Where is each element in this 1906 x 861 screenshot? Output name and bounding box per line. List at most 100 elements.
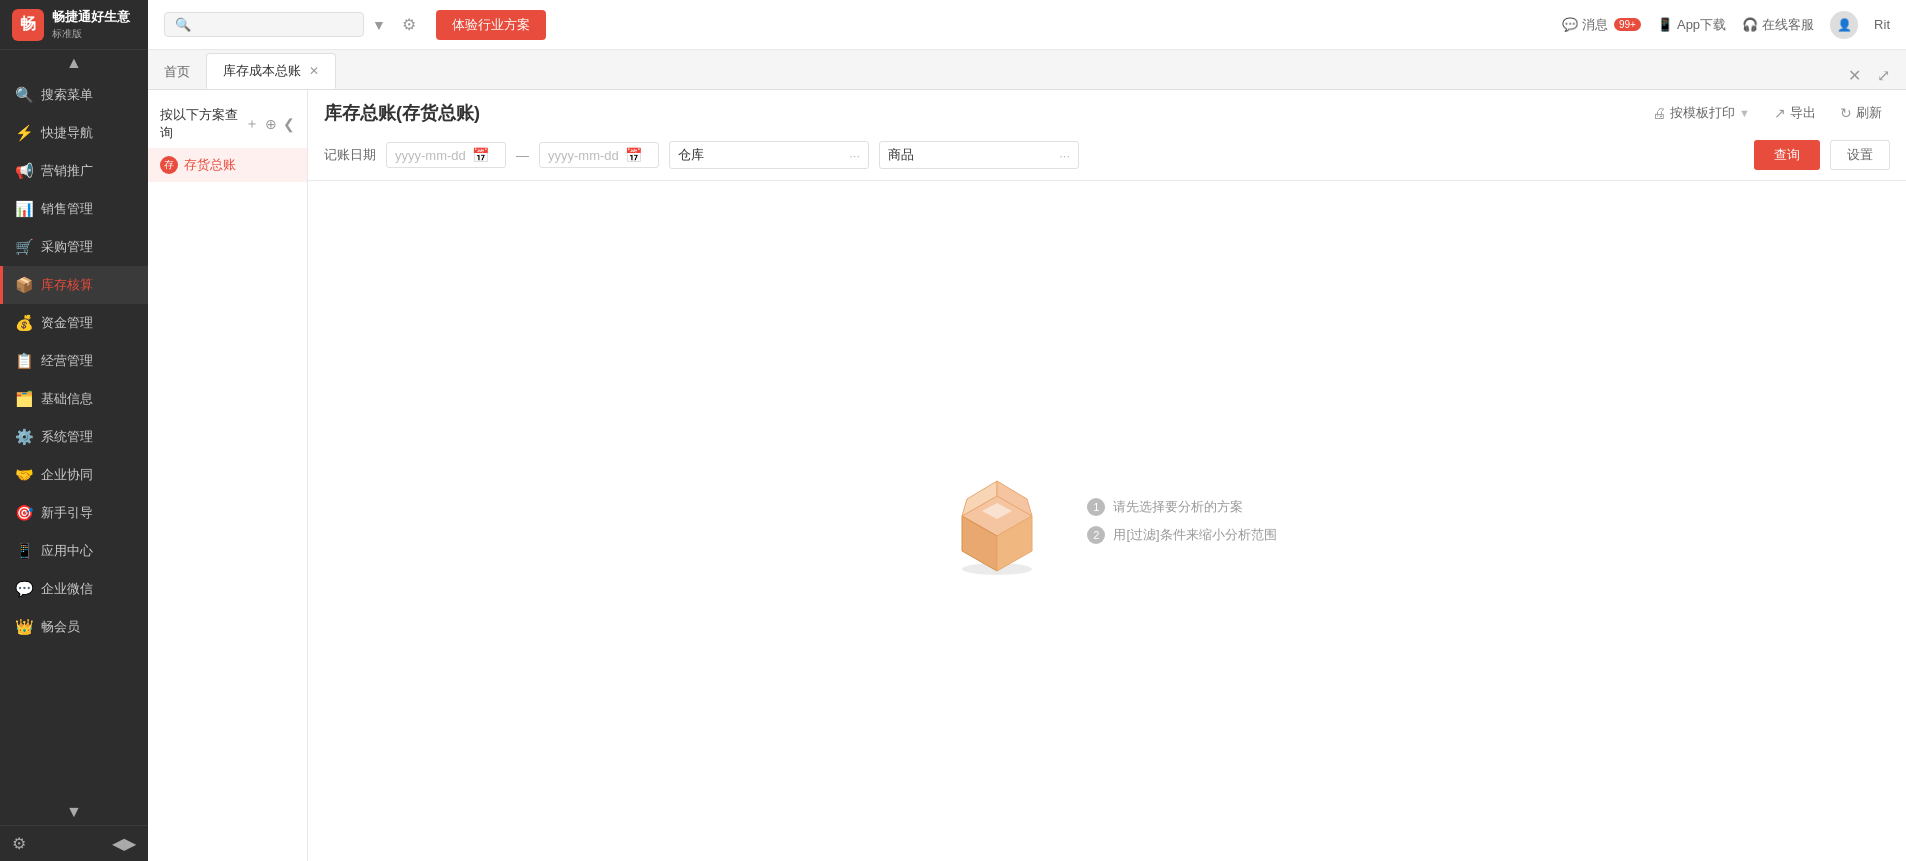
sidebar-item-basic-info[interactable]: 🗂️ 基础信息 (0, 380, 148, 418)
sidebar-item-membership[interactable]: 👑 畅会员 (0, 608, 148, 646)
sidebar-item-label: 搜索菜单 (41, 86, 93, 104)
capital-icon: 💰 (15, 314, 33, 332)
app-name: 畅捷通好生意 (52, 8, 130, 26)
industry-solution-button[interactable]: 体验行业方案 (436, 10, 546, 40)
warehouse-filter[interactable]: 仓库 ··· (669, 141, 869, 169)
print-button[interactable]: 🖨 按模板打印 ▼ (1644, 100, 1758, 126)
app-version: 标准版 (52, 27, 130, 41)
topbar: 🔍 ▼ ⚙ 体验行业方案 💬 消息 99+ 📱 App下载 🎧 在线客服 👤 (148, 0, 1906, 50)
sidebar-item-newcomer[interactable]: 🎯 新手引导 (0, 494, 148, 532)
topbar-dropdown-button[interactable]: ▼ (368, 13, 390, 37)
right-panel: 库存总账(存货总账) 🖨 按模板打印 ▼ ↗ 导出 ↻ 刷新 (308, 90, 1906, 861)
enterprise-icon: 🤝 (15, 466, 33, 484)
print-dropdown-icon[interactable]: ▼ (1739, 107, 1750, 119)
filter-bar: 记账日期 yyyy-mm-dd 📅 — yyyy-mm-dd 📅 仓库 ··· … (308, 130, 1906, 181)
print-icon: 🖨 (1652, 105, 1666, 121)
sidebar-item-sales[interactable]: 📊 销售管理 (0, 190, 148, 228)
export-label: 导出 (1790, 104, 1816, 122)
date-start-placeholder: yyyy-mm-dd (395, 148, 466, 163)
app-center-icon: 📱 (15, 542, 33, 560)
print-label: 按模板打印 (1670, 104, 1735, 122)
topbar-left: 🔍 ▼ ⚙ 体验行业方案 (164, 10, 1562, 40)
product-more-icon[interactable]: ··· (1059, 148, 1070, 163)
empty-illustration (937, 461, 1057, 581)
app-download-action[interactable]: 📱 App下载 (1657, 16, 1726, 34)
empty-tips: 1 请先选择要分析的方案 2 用[过滤]条件来缩小分析范围 (1087, 498, 1276, 544)
avatar-placeholder: 👤 (1837, 18, 1852, 32)
sidebar-item-search-menu[interactable]: 🔍 搜索菜单 (0, 76, 148, 114)
date-filter-label: 记账日期 (324, 146, 376, 164)
tab-close-button[interactable]: ✕ (309, 65, 319, 77)
filter-header-label: 按以下方案查询 (160, 106, 245, 142)
message-label: 消息 (1582, 16, 1608, 34)
system-icon: ⚙️ (15, 428, 33, 446)
calendar-start-icon[interactable]: 📅 (472, 147, 489, 163)
sidebar-item-app-center[interactable]: 📱 应用中心 (0, 532, 148, 570)
refresh-button[interactable]: ↻ 刷新 (1832, 100, 1890, 126)
sidebar-item-wechat[interactable]: 💬 企业微信 (0, 570, 148, 608)
tab-inventory-cost[interactable]: 库存成本总账 ✕ (206, 53, 336, 89)
inventory-icon: 📦 (15, 276, 33, 294)
filter-header: 按以下方案查询 ＋ ⊕ ❮ (148, 100, 307, 148)
content-area: 按以下方案查询 ＋ ⊕ ❮ 存 存货总账 库存总账(存货总账) 🖨 (148, 90, 1906, 861)
collapse-filter-button[interactable]: ❮ (283, 116, 295, 132)
purchase-icon: 🛒 (15, 238, 33, 256)
wechat-icon: 💬 (15, 580, 33, 598)
sidebar-item-quick-nav[interactable]: ⚡ 快捷导航 (0, 114, 148, 152)
sidebar-scroll-up[interactable]: ▲ (0, 50, 148, 76)
sidebar: 畅 畅捷通好生意 标准版 ▲ 🔍 搜索菜单 ⚡ 快捷导航 📢 营销推广 📊 销售… (0, 0, 148, 861)
product-filter[interactable]: 商品 ··· (879, 141, 1079, 169)
message-icon: 💬 (1562, 17, 1578, 32)
sidebar-item-purchase[interactable]: 🛒 采购管理 (0, 228, 148, 266)
sidebar-item-marketing[interactable]: 📢 营销推广 (0, 152, 148, 190)
date-start-input[interactable]: yyyy-mm-dd 📅 (386, 142, 506, 168)
main-area: 🔍 ▼ ⚙ 体验行业方案 💬 消息 99+ 📱 App下载 🎧 在线客服 👤 (148, 0, 1906, 861)
product-label: 商品 (888, 146, 914, 164)
user-avatar[interactable]: 👤 (1830, 11, 1858, 39)
refresh-icon: ↻ (1840, 105, 1852, 121)
warehouse-more-icon[interactable]: ··· (849, 148, 860, 163)
tip-text-1: 请先选择要分析的方案 (1113, 498, 1243, 516)
date-separator: — (516, 148, 529, 163)
sidebar-item-enterprise[interactable]: 🤝 企业协同 (0, 456, 148, 494)
panel-expand-button[interactable]: ⤢ (1873, 62, 1894, 89)
query-button[interactable]: 查询 (1754, 140, 1820, 170)
app-download-label: App下载 (1677, 16, 1726, 34)
empty-svg (937, 461, 1057, 581)
setting-button[interactable]: 设置 (1830, 140, 1890, 170)
panel-close-button[interactable]: ✕ (1844, 62, 1865, 89)
export-button[interactable]: ↗ 导出 (1766, 100, 1824, 126)
sidebar-item-capital[interactable]: 💰 资金管理 (0, 304, 148, 342)
scheme-label: 存货总账 (184, 156, 236, 174)
message-action[interactable]: 💬 消息 99+ (1562, 16, 1641, 34)
export-icon: ↗ (1774, 105, 1786, 121)
message-badge: 99+ (1614, 18, 1641, 31)
search-icon: 🔍 (15, 86, 33, 104)
topbar-gear-button[interactable]: ⚙ (398, 11, 420, 38)
empty-tip-1: 1 请先选择要分析的方案 (1087, 498, 1276, 516)
sidebar-scroll-down[interactable]: ▼ (0, 799, 148, 825)
marketing-icon: 📢 (15, 162, 33, 180)
home-tab-label: 首页 (164, 63, 190, 81)
top-search-box[interactable]: 🔍 (164, 12, 364, 37)
calendar-end-icon[interactable]: 📅 (625, 147, 642, 163)
collapse-sidebar-button[interactable]: ◀▶ (112, 834, 136, 853)
online-service-label: 在线客服 (1762, 16, 1814, 34)
settings-button[interactable]: ⚙ (12, 834, 26, 853)
online-service-action[interactable]: 🎧 在线客服 (1742, 16, 1814, 34)
sidebar-footer: ⚙ ◀▶ (0, 825, 148, 861)
add-scheme-button[interactable]: ＋ (245, 115, 259, 133)
topbar-search-icon: 🔍 (175, 17, 191, 32)
tab-home[interactable]: 首页 (148, 53, 206, 89)
sidebar-item-system[interactable]: ⚙️ 系统管理 (0, 418, 148, 456)
tip-num-2: 2 (1087, 526, 1105, 544)
membership-icon: 👑 (15, 618, 33, 636)
manage-scheme-button[interactable]: ⊕ (265, 116, 277, 132)
sidebar-item-inventory[interactable]: 📦 库存核算 (0, 266, 148, 304)
username-label[interactable]: Rit (1874, 17, 1890, 32)
refresh-label: 刷新 (1856, 104, 1882, 122)
tab-bar: 首页 库存成本总账 ✕ ✕ ⤢ (148, 50, 1906, 90)
date-end-input[interactable]: yyyy-mm-dd 📅 (539, 142, 659, 168)
sidebar-item-operations[interactable]: 📋 经营管理 (0, 342, 148, 380)
scheme-item-inventory-ledger[interactable]: 存 存货总账 (148, 148, 307, 182)
